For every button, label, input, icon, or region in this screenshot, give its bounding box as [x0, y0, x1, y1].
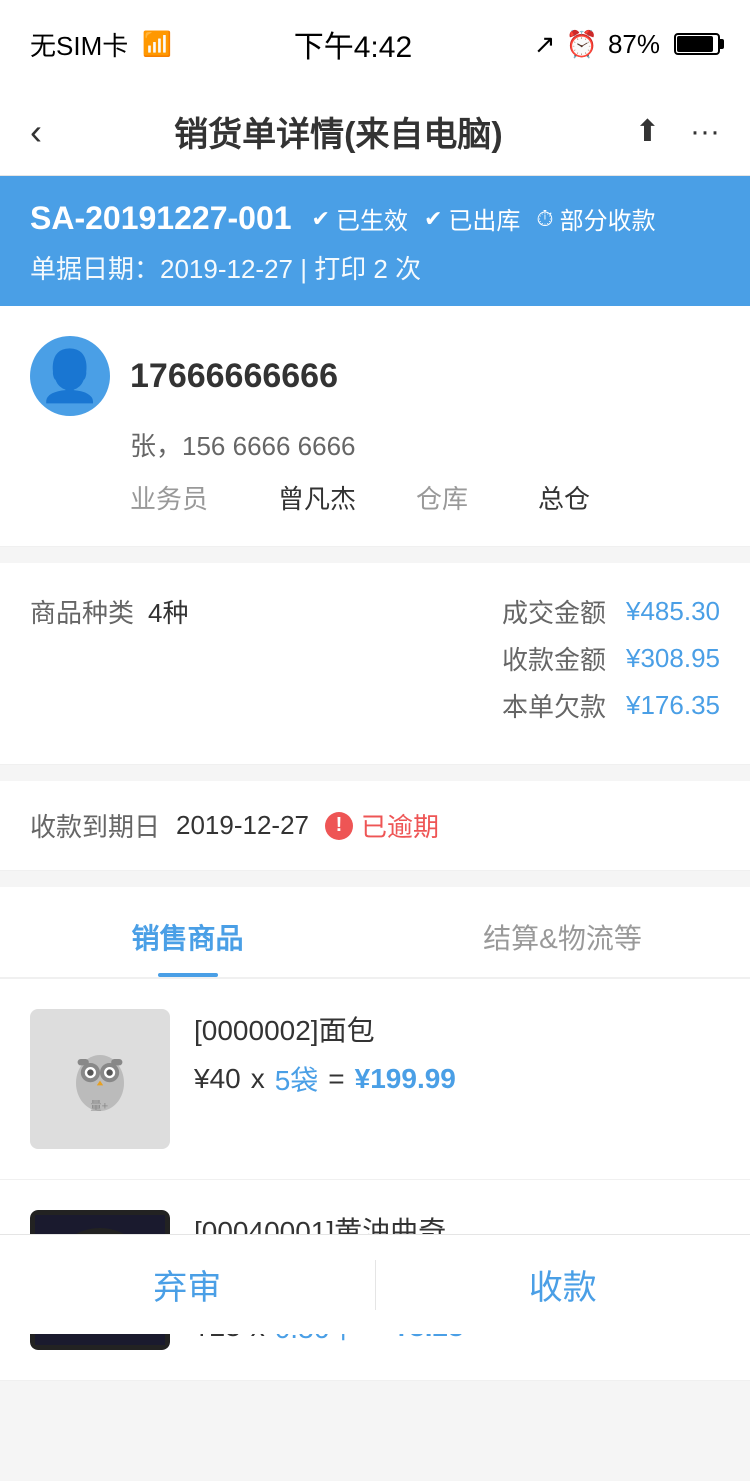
product-price-row-1: ¥40 x 5袋 = ¥199.99 — [194, 1059, 720, 1099]
salesperson-value: 曾凡杰 — [278, 479, 356, 516]
tabs-section: 销售商品 结算&物流等 — [0, 887, 750, 979]
price-total-1: ¥199.99 — [355, 1063, 456, 1095]
order-id: SA-20191227-001 — [30, 200, 292, 237]
status-badges: ✔ 已生效 ✔ 已出库 ⏱ 部分收款 — [312, 201, 656, 236]
overdue-text: 已逾期 — [361, 807, 439, 844]
owl-icon: 量+ — [60, 1039, 140, 1119]
product-name-1: [0000002]面包 — [194, 1009, 720, 1049]
header-band: SA-20191227-001 ✔ 已生效 ✔ 已出库 ⏱ 部分收款 单据日期：… — [0, 176, 750, 306]
stats-left: 商品种类 4种 — [30, 593, 188, 640]
debt-value: ¥176.35 — [626, 690, 720, 721]
customer-info-row: 业务员 曾凡杰 仓库 总仓 — [130, 479, 720, 516]
tabs-row: 销售商品 结算&物流等 — [0, 887, 750, 977]
nav-bar: ‹ 销货单详情(来自电脑) ⬆ ··· — [0, 88, 750, 176]
battery-bar — [674, 33, 720, 55]
tab-products[interactable]: 销售商品 — [0, 887, 375, 977]
price-sep-x-1: x — [251, 1063, 265, 1095]
warehouse-label: 仓库 — [416, 479, 468, 516]
status-partial-label: 部分收款 — [560, 201, 656, 236]
bottom-bar: 弃审 收款 — [0, 1234, 750, 1334]
clock-icon: ⏱ — [536, 206, 553, 232]
avatar: 👤 — [30, 336, 110, 416]
collect-payment-label: 收款 — [529, 1260, 597, 1309]
header-band-bottom: 单据日期：2019-12-27 | 打印 2 次 — [30, 249, 720, 286]
collect-payment-button[interactable]: 收款 — [376, 1235, 750, 1334]
deal-amount-value: ¥485.30 — [626, 596, 720, 627]
svg-text:量+: 量+ — [90, 1099, 108, 1112]
price-base-1: ¥40 — [194, 1063, 241, 1095]
salesperson-label: 业务员 — [130, 479, 208, 516]
status-time: 下午4:42 — [294, 22, 412, 66]
price-sep-eq-1: = — [328, 1063, 344, 1095]
due-date-value: 2019-12-27 — [176, 810, 309, 841]
page-title: 销货单详情(来自电脑) — [174, 107, 503, 156]
debt-label: 本单欠款 — [502, 687, 606, 724]
order-date: 单据日期：2019-12-27 — [30, 254, 293, 284]
status-bar: 无SIM卡 📶 下午4:42 ↗ ⏰ 87% — [0, 0, 750, 88]
alarm-icon: ⏰ — [566, 29, 598, 60]
due-label: 收款到期日 — [30, 807, 160, 844]
status-badge-active: ✔ 已生效 — [312, 201, 408, 236]
nav-actions: ⬆ ··· — [635, 114, 720, 149]
tab-settlement-label: 结算&物流等 — [483, 923, 642, 954]
customer-sub-info: 张，156 6666 6666 — [130, 426, 720, 463]
stats-section: 商品种类 4种 成交金额 ¥485.30 收款金额 ¥308.95 本单欠款 ¥… — [0, 563, 750, 765]
stats-row: 商品种类 4种 成交金额 ¥485.30 收款金额 ¥308.95 本单欠款 ¥… — [30, 593, 720, 734]
status-badge-partial: ⏱ 部分收款 — [536, 201, 655, 236]
customer-section: 👤 17666666666 张，156 6666 6666 业务员 曾凡杰 仓库… — [0, 306, 750, 547]
print-info: | 打印 2 次 — [300, 254, 421, 284]
wifi-icon: 📶 — [142, 30, 172, 59]
payment-value: ¥308.95 — [626, 643, 720, 674]
status-left: 无SIM卡 📶 — [30, 26, 172, 63]
payment-label: 收款金额 — [502, 640, 606, 677]
product-types-item: 商品种类 4种 — [30, 593, 188, 630]
status-badge-shipped: ✔ 已出库 — [424, 201, 520, 236]
share-icon[interactable]: ⬆ — [635, 114, 660, 149]
location-icon: ↗ — [534, 29, 556, 60]
checkmark-icon-1: ✔ — [312, 206, 330, 232]
battery-percent: 87% — [608, 29, 660, 60]
price-qty-1: 5袋 — [275, 1059, 319, 1099]
product-types-value: 4种 — [148, 593, 188, 630]
product-item-1: 量+ [0000002]面包 ¥40 x 5袋 = ¥199.99 — [0, 979, 750, 1180]
product-thumb-owl: 量+ — [30, 1009, 170, 1149]
customer-row: 👤 17666666666 — [30, 336, 720, 416]
debt-item: 本单欠款 ¥176.35 — [502, 687, 720, 724]
warehouse-value: 总仓 — [538, 479, 590, 516]
more-icon[interactable]: ··· — [690, 115, 720, 149]
status-right: ↗ ⏰ 87% — [534, 29, 720, 60]
payment-item: 收款金额 ¥308.95 — [502, 640, 720, 677]
product-thumb-1: 量+ — [30, 1009, 170, 1149]
battery-fill — [677, 36, 713, 52]
overdue-dot-icon: ! — [325, 812, 353, 840]
checkmark-icon-2: ✔ — [424, 206, 442, 232]
header-band-top: SA-20191227-001 ✔ 已生效 ✔ 已出库 ⏱ 部分收款 — [30, 200, 720, 237]
back-button[interactable]: ‹ — [30, 111, 42, 153]
deal-amount-label: 成交金额 — [502, 593, 606, 630]
tab-products-label: 销售商品 — [131, 923, 243, 954]
overdue-badge: ! 已逾期 — [325, 807, 439, 844]
deal-amount-item: 成交金额 ¥485.30 — [502, 593, 720, 630]
cancel-review-button[interactable]: 弃审 — [0, 1235, 375, 1334]
product-info-1: [0000002]面包 ¥40 x 5袋 = ¥199.99 — [194, 1009, 720, 1099]
carrier-text: 无SIM卡 — [30, 26, 128, 63]
person-icon: 👤 — [39, 347, 101, 406]
tab-settlement[interactable]: 结算&物流等 — [375, 887, 750, 977]
cancel-review-label: 弃审 — [153, 1260, 221, 1309]
status-shipped-label: 已出库 — [448, 201, 520, 236]
status-active-label: 已生效 — [336, 201, 408, 236]
product-types-label: 商品种类 — [30, 593, 134, 630]
stats-right: 成交金额 ¥485.30 收款金额 ¥308.95 本单欠款 ¥176.35 — [502, 593, 720, 734]
due-section: 收款到期日 2019-12-27 ! 已逾期 — [0, 781, 750, 871]
customer-phone: 17666666666 — [130, 357, 338, 396]
